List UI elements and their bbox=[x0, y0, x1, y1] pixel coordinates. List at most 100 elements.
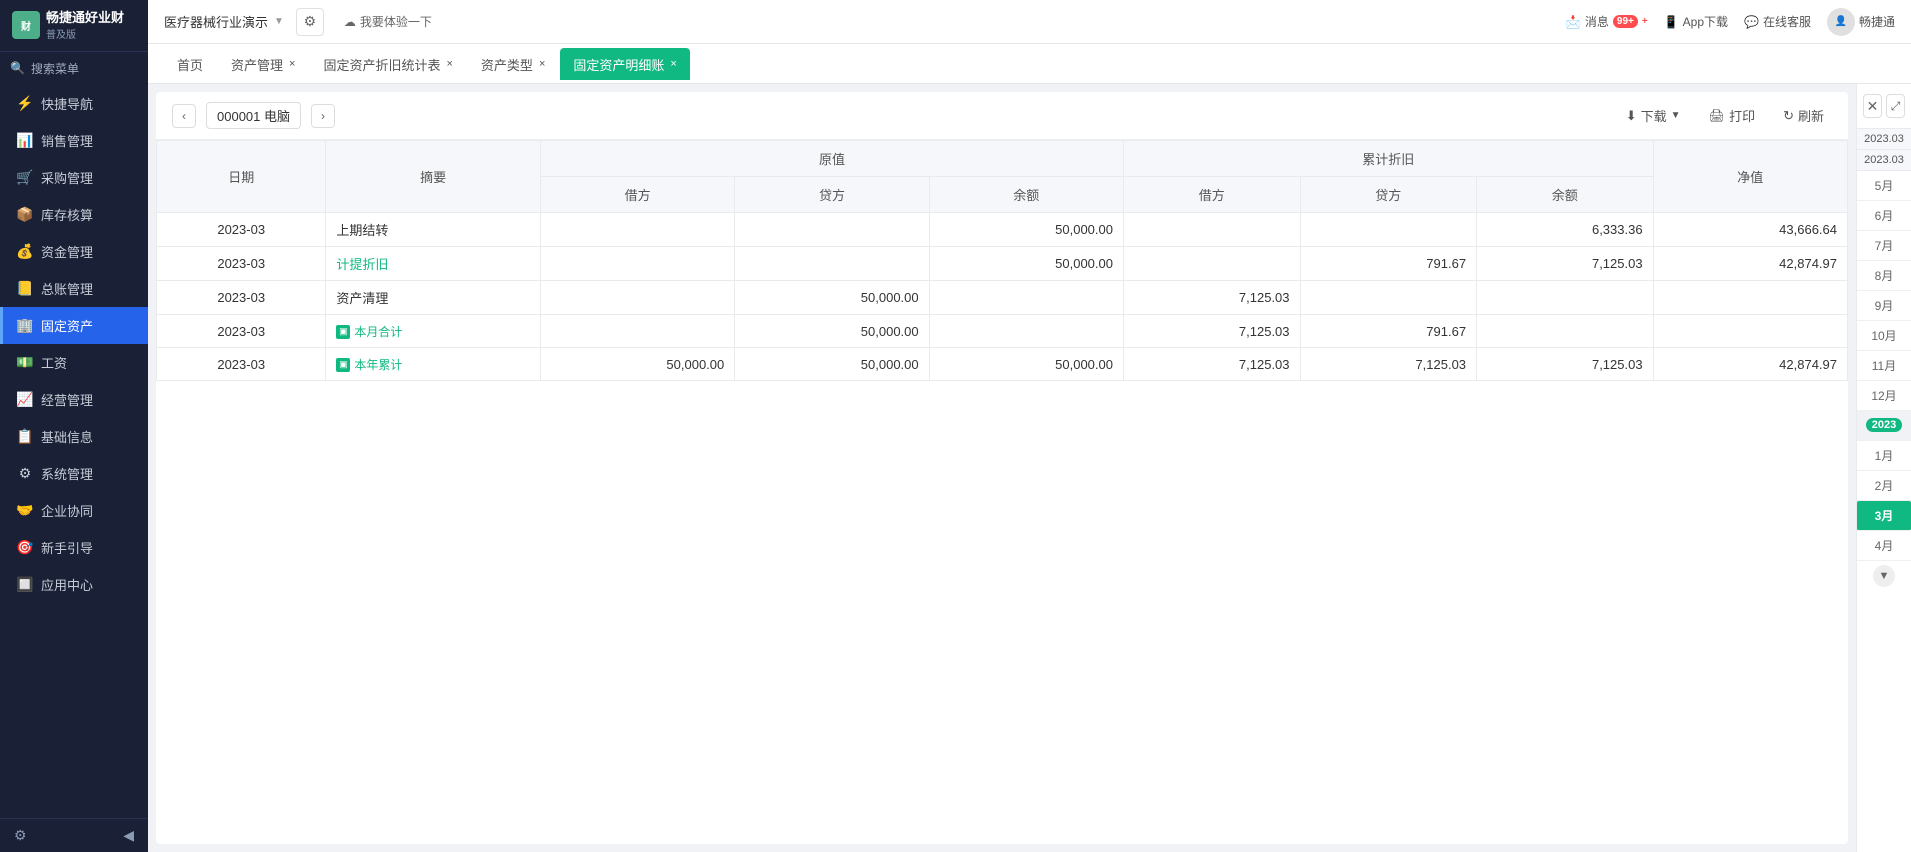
company-selector[interactable]: 医疗器械行业演示 ▼ bbox=[164, 12, 284, 31]
timeline-month[interactable]: 12月 bbox=[1857, 381, 1911, 411]
sidebar-item-operations[interactable]: 📈 经营管理 bbox=[0, 381, 148, 418]
messages-label: 消息 bbox=[1585, 13, 1609, 30]
tab-asset-detail[interactable]: 固定资产明细账 × bbox=[560, 48, 689, 80]
tab-asset-type-close[interactable]: × bbox=[539, 59, 545, 70]
timeline-month[interactable]: 9月 bbox=[1857, 291, 1911, 321]
timeline-month[interactable]: 2月 bbox=[1857, 471, 1911, 501]
col-orig-debit: 借方 bbox=[540, 177, 734, 213]
finance-icon: 💰 bbox=[17, 243, 33, 259]
collapse-sidebar-icon[interactable]: ◀ bbox=[123, 827, 134, 844]
sidebar-item-label: 库存核算 bbox=[41, 205, 93, 224]
print-button[interactable]: 🖨 打印 bbox=[1701, 102, 1764, 129]
sidebar-item-sales[interactable]: 📊 销售管理 bbox=[0, 122, 148, 159]
sidebar-item-system[interactable]: ⚙ 系统管理 bbox=[0, 455, 148, 492]
sidebar-item-basic[interactable]: 📋 基础信息 bbox=[0, 418, 148, 455]
timeline-top: 2023.03 2023.03 bbox=[1857, 129, 1911, 171]
download-report-label: 下载 bbox=[1641, 106, 1667, 125]
messages-button[interactable]: 📩 消息 99+ + bbox=[1566, 13, 1648, 30]
sidebar-item-fixedassets[interactable]: 🏢 固定资产 bbox=[0, 307, 148, 344]
collab-icon: 🤝 bbox=[17, 502, 33, 518]
timeline-month[interactable]: 10月 bbox=[1857, 321, 1911, 351]
tab-asset-mgmt-close[interactable]: × bbox=[289, 59, 295, 70]
sidebar-item-finance[interactable]: 💰 资金管理 bbox=[0, 233, 148, 270]
tab-asset-type-label: 资产类型 bbox=[481, 55, 533, 74]
badge-plus: + bbox=[1642, 16, 1648, 27]
sidebar-item-label: 总账管理 bbox=[41, 279, 93, 298]
apps-icon: 🔲 bbox=[17, 576, 33, 592]
tab-asset-mgmt[interactable]: 资产管理 × bbox=[218, 48, 308, 80]
sidebar-item-label: 基础信息 bbox=[41, 427, 93, 446]
tab-asset-detail-label: 固定资产明细账 bbox=[573, 55, 664, 74]
timeline-month[interactable]: 11月 bbox=[1857, 351, 1911, 381]
timeline-month[interactable]: 4月 bbox=[1857, 531, 1911, 561]
timeline-month[interactable]: 5月 bbox=[1857, 171, 1911, 201]
quicknav-icon: ⚡ bbox=[17, 95, 33, 111]
next-asset-button[interactable]: › bbox=[311, 104, 335, 128]
timeline-month[interactable]: 8月 bbox=[1857, 261, 1911, 291]
timeline-scroll-down-icon[interactable]: ▼ bbox=[1873, 565, 1895, 587]
download-button[interactable]: 📱 App下载 bbox=[1664, 13, 1728, 30]
cell-summary: 资产清理 bbox=[326, 281, 541, 315]
print-label: 打印 bbox=[1729, 106, 1755, 125]
support-button[interactable]: 💬 在线客服 bbox=[1744, 13, 1811, 30]
sidebar-item-label: 搜索菜单 bbox=[31, 60, 79, 77]
tab-asset-detail-close[interactable]: × bbox=[670, 59, 676, 70]
settings-icon[interactable]: ⚙ bbox=[14, 827, 27, 844]
user-menu[interactable]: 👤 畅捷通 bbox=[1827, 8, 1895, 36]
sidebar-item-inventory[interactable]: 📦 库存核算 bbox=[0, 196, 148, 233]
data-table-wrap: 日期 摘要 原值 累计折旧 净值 借方 贷方 余额 借方 贷方 余额 bbox=[156, 140, 1848, 844]
col-accumulated-depreciation: 累计折旧 bbox=[1123, 141, 1653, 177]
col-acc-balance: 余额 bbox=[1477, 177, 1654, 213]
content-toolbar: ‹ 000001 电脑 › ⬇ 下载 ▼ 🖨 打印 bbox=[156, 92, 1848, 140]
inventory-icon: 📦 bbox=[17, 206, 33, 222]
system-icon: ⚙ bbox=[17, 465, 33, 481]
tab-asset-type[interactable]: 资产类型 × bbox=[468, 48, 558, 80]
tabs-bar: 首页 资产管理 × 固定资产折旧统计表 × 资产类型 × 固定资产明细账 × bbox=[148, 44, 1911, 84]
ledger-icon: 📒 bbox=[17, 280, 33, 296]
timeline-month[interactable]: 6月 bbox=[1857, 201, 1911, 231]
sidebar-item-quicknav[interactable]: ⚡ 快捷导航 bbox=[0, 85, 148, 122]
guide-icon: 🎯 bbox=[17, 539, 33, 555]
refresh-button[interactable]: ↻ 刷新 bbox=[1775, 102, 1832, 129]
company-dropdown-icon: ▼ bbox=[274, 16, 284, 27]
tab-depreciation-stats-close[interactable]: × bbox=[446, 59, 452, 70]
sidebar-item-label: 企业协同 bbox=[41, 501, 93, 520]
app-name: 畅捷通好业财 bbox=[46, 10, 124, 26]
sidebar-item-collab[interactable]: 🤝 企业协同 bbox=[0, 492, 148, 529]
download-icon: 📱 bbox=[1664, 15, 1679, 29]
sidebar-item-apps[interactable]: 🔲 应用中心 bbox=[0, 566, 148, 603]
sidebar-item-label: 工资 bbox=[41, 353, 67, 372]
tab-depreciation-stats[interactable]: 固定资产折旧统计表 × bbox=[310, 48, 465, 80]
sidebar-item-purchase[interactable]: 🛒 采购管理 bbox=[0, 159, 148, 196]
download-report-button[interactable]: ⬇ 下载 ▼ bbox=[1618, 102, 1689, 129]
experience-icon: ☁ bbox=[344, 15, 356, 29]
right-sidebar-expand-button[interactable]: ⤢ bbox=[1886, 94, 1905, 118]
cell-summary: ▣本月合计 bbox=[326, 315, 541, 348]
sidebar-item-payroll[interactable]: 💵 工资 bbox=[0, 344, 148, 381]
settings-button[interactable]: ⚙ bbox=[296, 8, 324, 36]
sales-icon: 📊 bbox=[17, 132, 33, 148]
timeline-month[interactable]: 7月 bbox=[1857, 231, 1911, 261]
col-acc-credit: 贷方 bbox=[1300, 177, 1477, 213]
avatar: 👤 bbox=[1827, 8, 1855, 36]
sidebar-item-search[interactable]: 🔍 搜索菜单 bbox=[0, 52, 148, 85]
next-icon: › bbox=[321, 109, 325, 123]
sidebar-item-guide[interactable]: 🎯 新手引导 bbox=[0, 529, 148, 566]
prev-asset-button[interactable]: ‹ bbox=[172, 104, 196, 128]
purchase-icon: 🛒 bbox=[17, 169, 33, 185]
tab-home-label: 首页 bbox=[177, 55, 203, 74]
timeline-month[interactable]: 3月 bbox=[1857, 501, 1911, 531]
sidebar-item-ledger[interactable]: 📒 总账管理 bbox=[0, 270, 148, 307]
app-name-block: 畅捷通好业财 普及版 bbox=[46, 10, 124, 41]
sidebar-item-label: 采购管理 bbox=[41, 168, 93, 187]
tab-home[interactable]: 首页 bbox=[164, 48, 216, 80]
col-summary: 摘要 bbox=[326, 141, 541, 213]
experience-label: 我要体验一下 bbox=[360, 13, 432, 30]
experience-button[interactable]: ☁ 我要体验一下 bbox=[336, 9, 440, 34]
right-sidebar-close-button[interactable]: ✕ bbox=[1863, 94, 1882, 118]
asset-detail-table: 日期 摘要 原值 累计折旧 净值 借方 贷方 余额 借方 贷方 余额 bbox=[156, 140, 1848, 381]
download-dropdown-icon: ▼ bbox=[1671, 110, 1681, 121]
timeline-month[interactable]: 1月 bbox=[1857, 441, 1911, 471]
sidebar-item-label: 固定资产 bbox=[41, 316, 93, 335]
cell-summary: ▣本年累计 bbox=[326, 348, 541, 381]
